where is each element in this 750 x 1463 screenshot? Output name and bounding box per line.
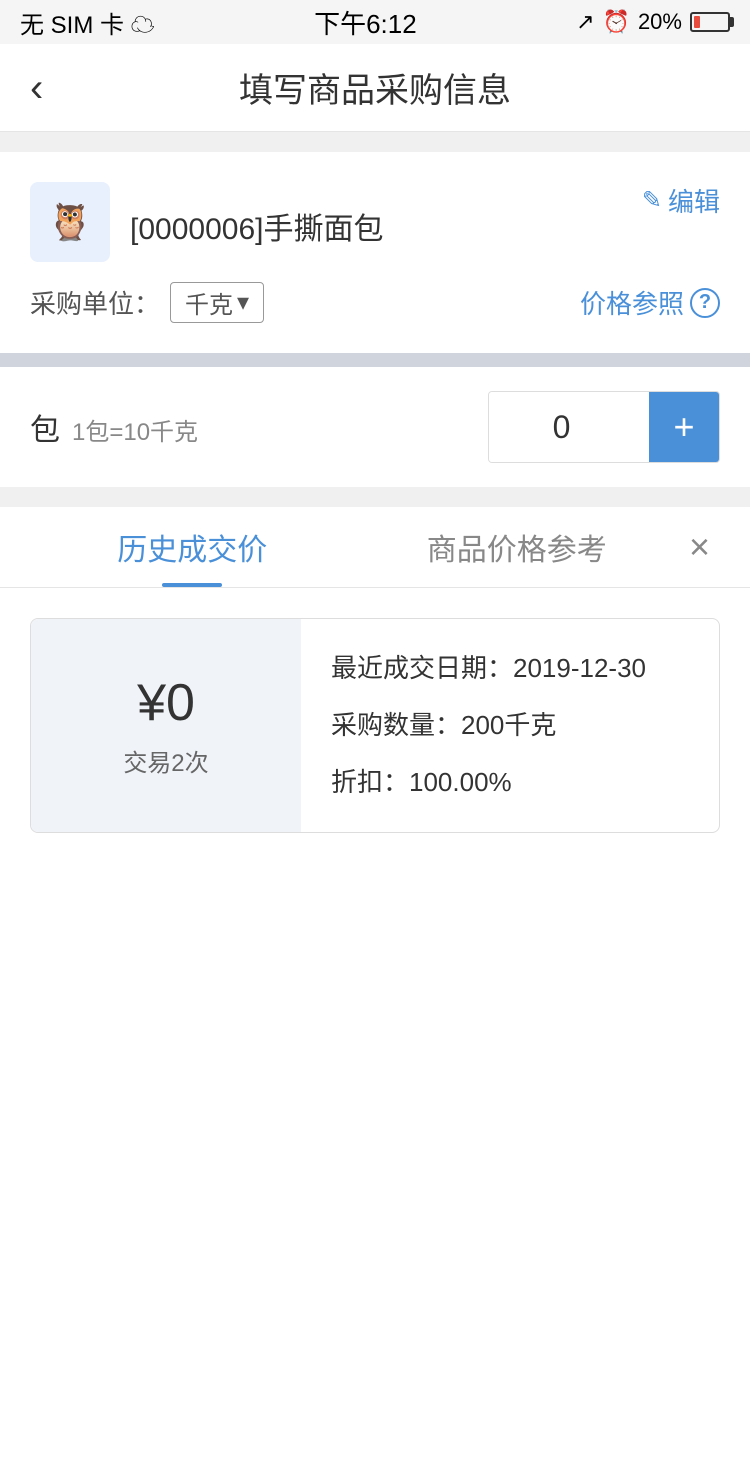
unit-value: 千克	[185, 285, 233, 320]
purchase-unit: 采购单位： 千克 ▾	[30, 282, 264, 323]
status-time: 下午6:12	[314, 4, 417, 41]
product-logo-icon: 🦉	[48, 201, 93, 243]
battery-percent: 20%	[638, 9, 682, 35]
price-right-panel: 最近成交日期：2019-12-30 采购数量：200千克 折扣：100.00%	[301, 619, 719, 832]
tab-history-price[interactable]: 历史成交价	[30, 507, 354, 587]
quantity-input[interactable]	[489, 392, 649, 462]
product-header: 🦉 [0000006]手撕面包 ✎ 编辑	[30, 182, 720, 262]
price-ref-button[interactable]: 价格参照 ?	[580, 284, 720, 321]
price-amount: ¥0	[137, 673, 195, 733]
product-name: [0000006]手撕面包	[130, 196, 383, 248]
battery-icon	[690, 12, 730, 32]
status-right: ↗ ⏰ 20%	[576, 9, 730, 35]
purchase-qty-row: 采购数量：200千克	[331, 706, 689, 745]
recent-date-value: 2019-12-30	[513, 653, 646, 683]
status-bar: 无 SIM 卡 ☁ 下午6:12 ↗ ⏰ 20%	[0, 0, 750, 44]
purchase-qty-value: 200千克	[461, 710, 556, 740]
discount-value: 100.00%	[409, 767, 512, 797]
sim-label: 无 SIM 卡 ☁	[20, 5, 155, 40]
quantity-row: 包 1包=10千克 +	[0, 367, 750, 487]
discount-row: 折扣：100.00%	[331, 763, 689, 802]
page-title: 填写商品采购信息	[239, 63, 511, 112]
location-icon: ↗	[576, 9, 594, 35]
qty-input-group: +	[488, 391, 720, 463]
price-sub: 交易2次	[123, 743, 208, 778]
dropdown-arrow-icon: ▾	[237, 288, 249, 317]
help-icon: ?	[690, 288, 720, 318]
product-logo: 🦉	[30, 182, 110, 262]
discount-label: 折扣：	[331, 767, 409, 797]
edit-link[interactable]: ✎ 编辑	[642, 182, 720, 219]
alarm-icon: ⏰	[603, 9, 630, 35]
tab-product-price-ref[interactable]: 商品价格参考	[354, 507, 678, 587]
price-left-panel: ¥0 交易2次	[31, 619, 301, 832]
tab-history-price-label: 历史成交价	[117, 525, 267, 569]
recent-date-row: 最近成交日期：2019-12-30	[331, 649, 689, 688]
status-left: 无 SIM 卡 ☁	[20, 5, 155, 40]
tab-product-price-ref-label: 商品价格参考	[427, 525, 607, 569]
bottom-area	[0, 863, 750, 1463]
qty-plus-button[interactable]: +	[649, 392, 719, 462]
product-left: 🦉 [0000006]手撕面包	[30, 182, 383, 262]
price-ref-label: 价格参照	[580, 284, 684, 321]
edit-icon: ✎	[642, 186, 662, 215]
tab-section: 历史成交价 商品价格参考 × ¥0 交易2次 最近成交日期：2019-12-30…	[0, 507, 750, 1463]
purchase-qty-label: 采购数量：	[331, 710, 461, 740]
qty-label-group: 包 1包=10千克	[30, 405, 198, 449]
price-card: ¥0 交易2次 最近成交日期：2019-12-30 采购数量：200千克 折扣：…	[30, 618, 720, 833]
product-card: 🦉 [0000006]手撕面包 ✎ 编辑 采购单位： 千克 ▾ 价格参照 ?	[0, 152, 750, 353]
back-button[interactable]: ‹	[30, 68, 43, 108]
tab-close-button[interactable]: ×	[679, 516, 720, 578]
qty-unit: 包	[30, 405, 60, 449]
tab-header: 历史成交价 商品价格参考 ×	[0, 507, 750, 588]
recent-date-label: 最近成交日期：	[331, 653, 513, 683]
unit-dropdown[interactable]: 千克 ▾	[170, 282, 264, 323]
qty-conversion: 1包=10千克	[72, 412, 198, 447]
purchase-unit-label: 采购单位：	[30, 284, 160, 321]
nav-bar: ‹ 填写商品采购信息	[0, 44, 750, 132]
section-divider	[0, 353, 750, 367]
product-meta: 采购单位： 千克 ▾ 价格参照 ?	[30, 282, 720, 323]
edit-label: 编辑	[668, 182, 720, 219]
